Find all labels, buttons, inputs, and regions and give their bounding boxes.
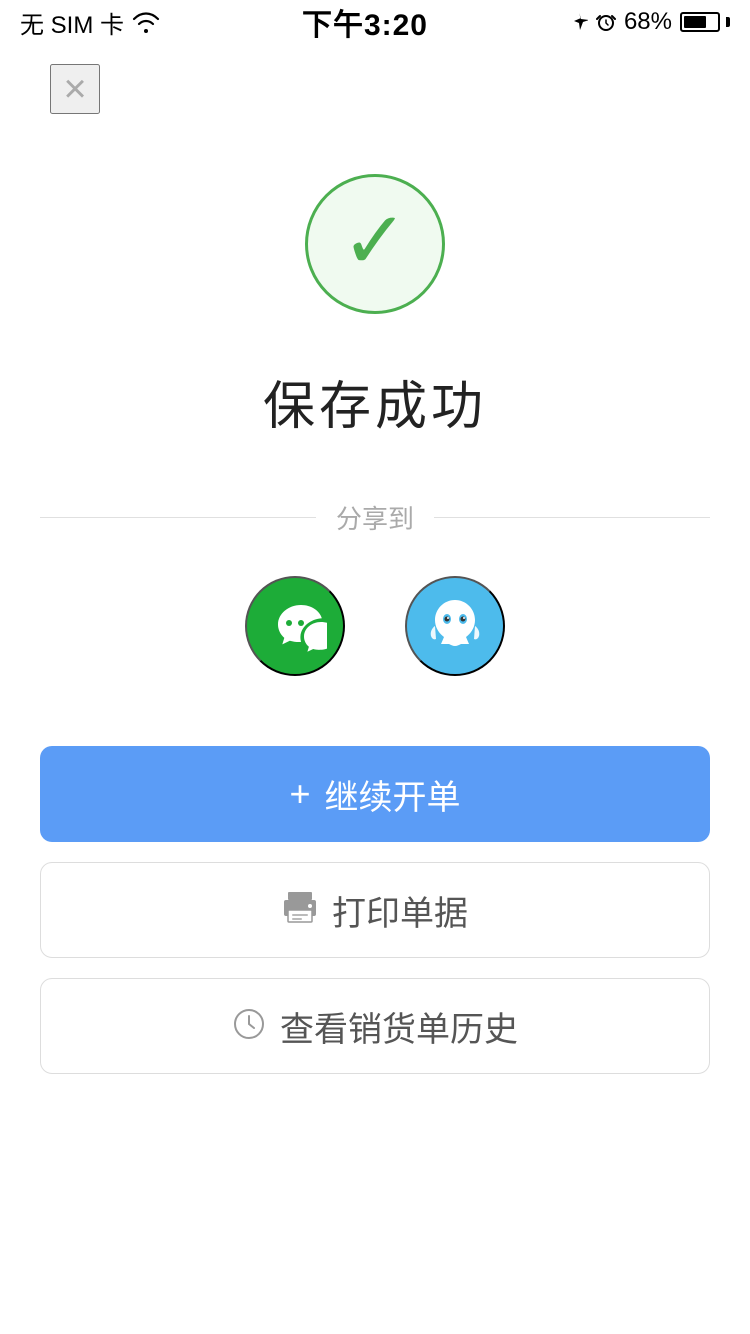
wechat-share-button[interactable]	[245, 576, 345, 676]
continue-order-label: 继续开单	[325, 770, 461, 819]
status-bar: 无 SIM 卡 下午3:20 68%	[0, 0, 750, 44]
qq-share-button[interactable]	[405, 576, 505, 676]
alarm-icon	[596, 12, 616, 32]
close-button[interactable]: ×	[50, 64, 100, 114]
battery-icon	[680, 12, 730, 32]
continue-order-button[interactable]: + 继续开单	[40, 746, 710, 842]
wechat-icon	[263, 599, 327, 653]
share-icons-row	[245, 576, 505, 676]
checkmark-icon: ✓	[341, 201, 408, 281]
share-divider: 分享到	[40, 499, 710, 536]
history-label: 查看销货单历史	[280, 1002, 518, 1051]
divider-left	[40, 517, 316, 518]
status-left: 无 SIM 卡	[20, 5, 160, 40]
plus-icon: +	[289, 776, 310, 812]
status-time: 下午3:20	[302, 0, 428, 44]
history-button[interactable]: 查看销货单历史	[40, 978, 710, 1074]
qq-icon	[427, 596, 483, 656]
main-content: × ✓ 保存成功 分享到	[0, 44, 750, 1334]
close-icon: ×	[63, 69, 86, 109]
action-buttons: + 继续开单 打印单据	[40, 746, 710, 1074]
print-button[interactable]: 打印单据	[40, 862, 710, 958]
print-label: 打印单据	[332, 886, 468, 935]
history-icon	[232, 1007, 266, 1046]
wifi-icon	[132, 11, 160, 33]
status-right: 68%	[570, 8, 730, 36]
divider-right	[434, 517, 710, 518]
success-circle: ✓	[305, 174, 445, 314]
success-title: 保存成功	[263, 364, 487, 439]
print-icon	[282, 892, 318, 929]
battery-percent: 68%	[624, 8, 672, 36]
location-icon	[570, 12, 588, 32]
share-label: 分享到	[336, 499, 414, 536]
no-sim-text: 无 SIM 卡	[20, 5, 124, 40]
